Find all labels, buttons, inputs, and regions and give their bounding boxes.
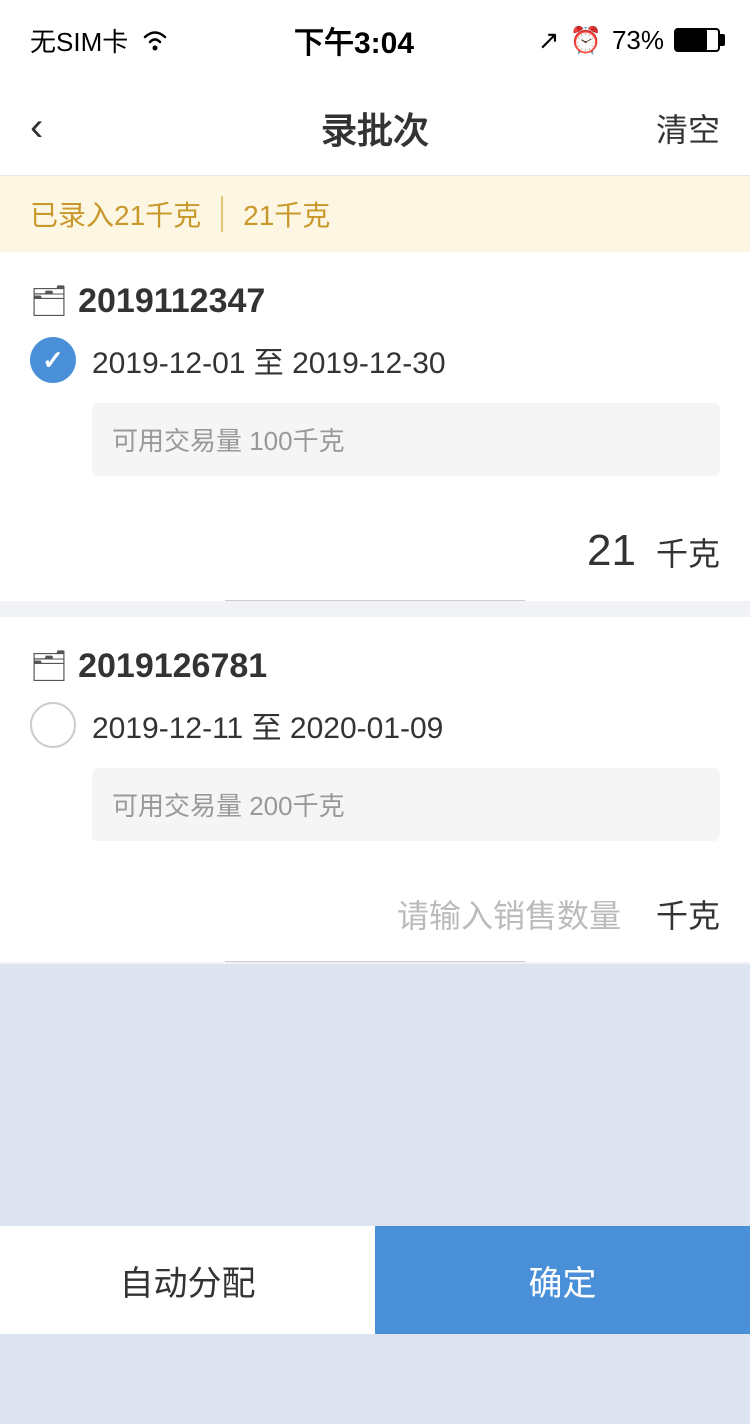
batch1-divider	[225, 600, 525, 601]
batch2-available: 可用交易量 200千克	[92, 768, 720, 841]
empty-area	[0, 964, 750, 1424]
location-icon: ↗	[538, 25, 560, 56]
status-left: 无SIM卡	[30, 22, 170, 59]
battery-icon	[674, 28, 720, 52]
auto-distribute-button[interactable]: 自动分配	[0, 1226, 375, 1334]
status-right: ↗ ⏰ 73%	[538, 25, 720, 56]
batch2-date: 2019-12-11 至 2020-01-09	[92, 703, 443, 747]
batch1-date-row[interactable]: 2019-12-01 至 2019-12-30	[30, 337, 720, 383]
info-label: 已录入21千克	[30, 194, 201, 234]
batch1-amount-row: 21 千克	[0, 506, 750, 600]
back-button[interactable]: ‹	[30, 105, 110, 150]
wifi-icon	[140, 29, 170, 51]
batch2-unit: 千克	[656, 891, 720, 937]
batch-card-2: 🗂 2019126781 2019-12-11 至 2020-01-09 可用交…	[0, 617, 750, 962]
alarm-icon: ⏰	[570, 25, 602, 56]
info-value: 21千克	[243, 194, 330, 234]
page-title: 录批次	[321, 102, 429, 154]
batch2-icon: 🗂	[30, 649, 68, 684]
batch-card-1: 🗂 2019112347 2019-12-01 至 2019-12-30 可用交…	[0, 252, 750, 601]
batch1-date: 2019-12-01 至 2019-12-30	[92, 338, 446, 382]
batch1-amount: 21	[587, 526, 636, 576]
info-divider	[221, 196, 223, 232]
batch2-input-row: 千克	[0, 871, 750, 961]
status-bar: 无SIM卡 下午3:04 ↗ ⏰ 73%	[0, 0, 750, 80]
battery-percent: 73%	[612, 25, 664, 56]
batch2-number: 2019126781	[78, 647, 267, 686]
batch2-radio[interactable]	[30, 702, 76, 748]
batch1-icon: 🗂	[30, 284, 68, 319]
batch1-header: 🗂 2019112347	[30, 282, 720, 321]
nav-bar: ‹ 录批次 清空	[0, 80, 750, 176]
batch1-available: 可用交易量 100千克	[92, 403, 720, 476]
batch2-header: 🗂 2019126781	[30, 647, 720, 686]
carrier-text: 无SIM卡	[30, 22, 128, 59]
confirm-button[interactable]: 确定	[375, 1226, 750, 1334]
status-time: 下午3:04	[294, 18, 414, 62]
batch2-qty-input[interactable]	[336, 898, 636, 935]
batch2-divider	[225, 961, 525, 962]
batch1-unit: 千克	[656, 529, 720, 575]
batch1-radio[interactable]	[30, 337, 76, 383]
bottom-bar: 自动分配 确定	[0, 1226, 750, 1334]
clear-button[interactable]: 清空	[640, 105, 720, 151]
batch1-number: 2019112347	[78, 282, 265, 321]
batch2-date-row[interactable]: 2019-12-11 至 2020-01-09	[30, 702, 720, 748]
info-banner: 已录入21千克 21千克	[0, 176, 750, 252]
